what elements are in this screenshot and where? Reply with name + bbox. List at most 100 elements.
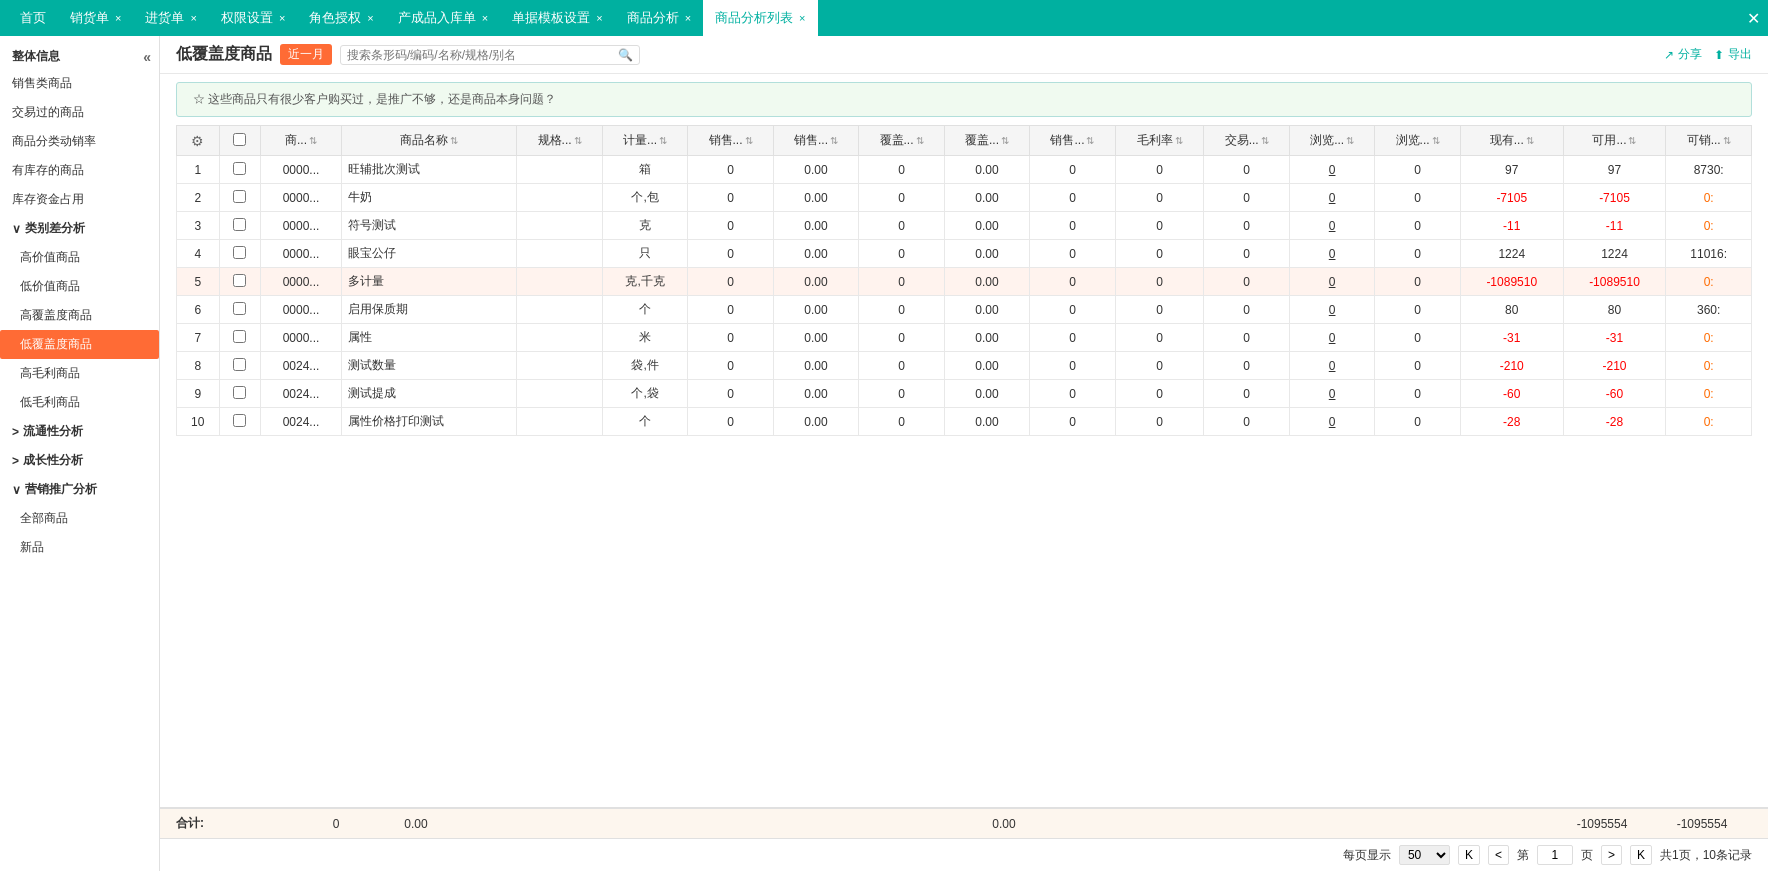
- column-sales3[interactable]: 销售...⇅: [1030, 126, 1115, 156]
- sidebar-item-high-gross[interactable]: 高毛利商品: [0, 359, 159, 388]
- sidebar-item-new-goods[interactable]: 新品: [0, 533, 159, 562]
- row-browse1[interactable]: 0: [1289, 240, 1374, 268]
- column-name[interactable]: 商品名称⇅: [341, 126, 517, 156]
- sidebar-item-category-rate[interactable]: 商品分类动销率: [0, 127, 159, 156]
- column-browse2[interactable]: 浏览...⇅: [1375, 126, 1460, 156]
- date-filter-button[interactable]: 近一月: [280, 44, 332, 65]
- column-unit[interactable]: 计量...⇅: [602, 126, 687, 156]
- sidebar-item-stock-capital[interactable]: 库存资金占用: [0, 185, 159, 214]
- row-checkbox[interactable]: [219, 324, 261, 352]
- next-page-button[interactable]: >: [1601, 845, 1622, 865]
- column-code[interactable]: 商...⇅: [261, 126, 341, 156]
- sidebar-item-high-coverage[interactable]: 高覆盖度商品: [0, 301, 159, 330]
- row-name: 属性价格打印测试: [341, 408, 517, 436]
- row-browse1[interactable]: 0: [1289, 184, 1374, 212]
- row-browse1[interactable]: 0: [1289, 268, 1374, 296]
- row-browse1[interactable]: 0: [1289, 296, 1374, 324]
- row-checkbox[interactable]: [219, 156, 261, 184]
- row-browse1[interactable]: 0: [1289, 156, 1374, 184]
- sidebar-item-low-value[interactable]: 低价值商品: [0, 272, 159, 301]
- nav-tab-role[interactable]: 角色授权 ×: [297, 0, 385, 36]
- search-icon[interactable]: 🔍: [618, 48, 633, 62]
- column-trade[interactable]: 交易...⇅: [1204, 126, 1289, 156]
- page-number-input[interactable]: [1537, 845, 1573, 865]
- last-page-button[interactable]: K: [1630, 845, 1652, 865]
- close-icon[interactable]: ×: [115, 12, 121, 24]
- column-current[interactable]: 现有...⇅: [1460, 126, 1563, 156]
- nav-tab-permission[interactable]: 权限设置 ×: [209, 0, 297, 36]
- sidebar-group-marketing[interactable]: ∨ 营销推广分析: [0, 475, 159, 504]
- row-browse1[interactable]: 0: [1289, 352, 1374, 380]
- nav-tab-purchase[interactable]: 进货单 ×: [133, 0, 208, 36]
- row-browse2: 0: [1375, 240, 1460, 268]
- close-icon[interactable]: ×: [367, 12, 373, 24]
- column-coverage1[interactable]: 覆盖...⇅: [859, 126, 944, 156]
- row-checkbox[interactable]: [219, 352, 261, 380]
- settings-icon[interactable]: ⚙: [191, 133, 204, 149]
- chevron-down-icon: ∨: [12, 483, 21, 497]
- row-checkbox[interactable]: [219, 380, 261, 408]
- sidebar-item-low-gross[interactable]: 低毛利商品: [0, 388, 159, 417]
- table-row: 10 0024... 属性价格打印测试 个 0 0.00 0 0.00 0 0 …: [177, 408, 1752, 436]
- prev-page-button[interactable]: <: [1488, 845, 1509, 865]
- select-all-checkbox[interactable]: [233, 133, 246, 146]
- sidebar-item-traded-goods[interactable]: 交易过的商品: [0, 98, 159, 127]
- row-browse1[interactable]: 0: [1289, 212, 1374, 240]
- row-browse2: 0: [1375, 324, 1460, 352]
- row-checkbox[interactable]: [219, 184, 261, 212]
- column-gross[interactable]: 毛利率⇅: [1115, 126, 1204, 156]
- close-icon[interactable]: ×: [685, 12, 691, 24]
- row-checkbox[interactable]: [219, 268, 261, 296]
- column-saleable[interactable]: 可销...⇅: [1666, 126, 1752, 156]
- nav-tab-product[interactable]: 产成品入库单 ×: [386, 0, 500, 36]
- column-gear[interactable]: ⚙: [177, 126, 220, 156]
- column-coverage2[interactable]: 覆盖...⇅: [944, 126, 1029, 156]
- column-browse1[interactable]: 浏览...⇅: [1289, 126, 1374, 156]
- column-spec[interactable]: 规格...⇅: [517, 126, 602, 156]
- nav-tab-analysis[interactable]: 商品分析 ×: [615, 0, 703, 36]
- close-icon[interactable]: ×: [190, 12, 196, 24]
- sidebar-item-sales-goods[interactable]: 销售类商品: [0, 69, 159, 98]
- row-coverage2: 0.00: [944, 380, 1029, 408]
- row-sales1: 0: [688, 184, 773, 212]
- close-icon[interactable]: ×: [799, 12, 805, 24]
- row-code: 0000...: [261, 324, 341, 352]
- row-checkbox[interactable]: [219, 240, 261, 268]
- page-title: 低覆盖度商品: [176, 44, 272, 65]
- row-checkbox[interactable]: [219, 296, 261, 324]
- export-button[interactable]: ⬆ 导出: [1714, 46, 1752, 63]
- sidebar-group-growth[interactable]: > 成长性分析: [0, 446, 159, 475]
- nav-tab-sales[interactable]: 销货单 ×: [58, 0, 133, 36]
- sidebar-group-circulation[interactable]: > 流通性分析: [0, 417, 159, 446]
- row-browse1[interactable]: 0: [1289, 324, 1374, 352]
- page-size-select[interactable]: 50 100 200: [1399, 845, 1450, 865]
- row-gross: 0: [1115, 268, 1204, 296]
- sidebar-item-in-stock[interactable]: 有库存的商品: [0, 156, 159, 185]
- column-sales2[interactable]: 销售...⇅: [773, 126, 858, 156]
- close-icon[interactable]: ×: [596, 12, 602, 24]
- sidebar-item-high-value[interactable]: 高价值商品: [0, 243, 159, 272]
- search-input[interactable]: [347, 48, 614, 62]
- row-checkbox[interactable]: [219, 212, 261, 240]
- row-browse1[interactable]: 0: [1289, 408, 1374, 436]
- nav-tab-home[interactable]: 首页: [8, 0, 58, 36]
- first-page-button[interactable]: K: [1458, 845, 1480, 865]
- nav-tab-template[interactable]: 单据模板设置 ×: [500, 0, 614, 36]
- share-button[interactable]: ↗ 分享: [1664, 46, 1702, 63]
- sidebar-item-all-goods[interactable]: 全部商品: [0, 504, 159, 533]
- row-browse1[interactable]: 0: [1289, 380, 1374, 408]
- row-unit: 个: [602, 408, 687, 436]
- row-checkbox[interactable]: [219, 408, 261, 436]
- close-icon[interactable]: ×: [482, 12, 488, 24]
- sidebar-item-low-coverage[interactable]: 低覆盖度商品: [0, 330, 159, 359]
- nav-tab-analysis-list[interactable]: 商品分析列表 ×: [703, 0, 817, 36]
- sidebar-group-category[interactable]: ∨ 类别差分析: [0, 214, 159, 243]
- column-available[interactable]: 可用...⇅: [1563, 126, 1666, 156]
- window-close-button[interactable]: ✕: [1747, 9, 1760, 28]
- row-sales3: 0: [1030, 380, 1115, 408]
- column-check[interactable]: [219, 126, 261, 156]
- close-icon[interactable]: ×: [279, 12, 285, 24]
- sidebar-collapse-button[interactable]: «: [143, 49, 151, 65]
- row-name: 眼宝公仔: [341, 240, 517, 268]
- column-sales1[interactable]: 销售...⇅: [688, 126, 773, 156]
